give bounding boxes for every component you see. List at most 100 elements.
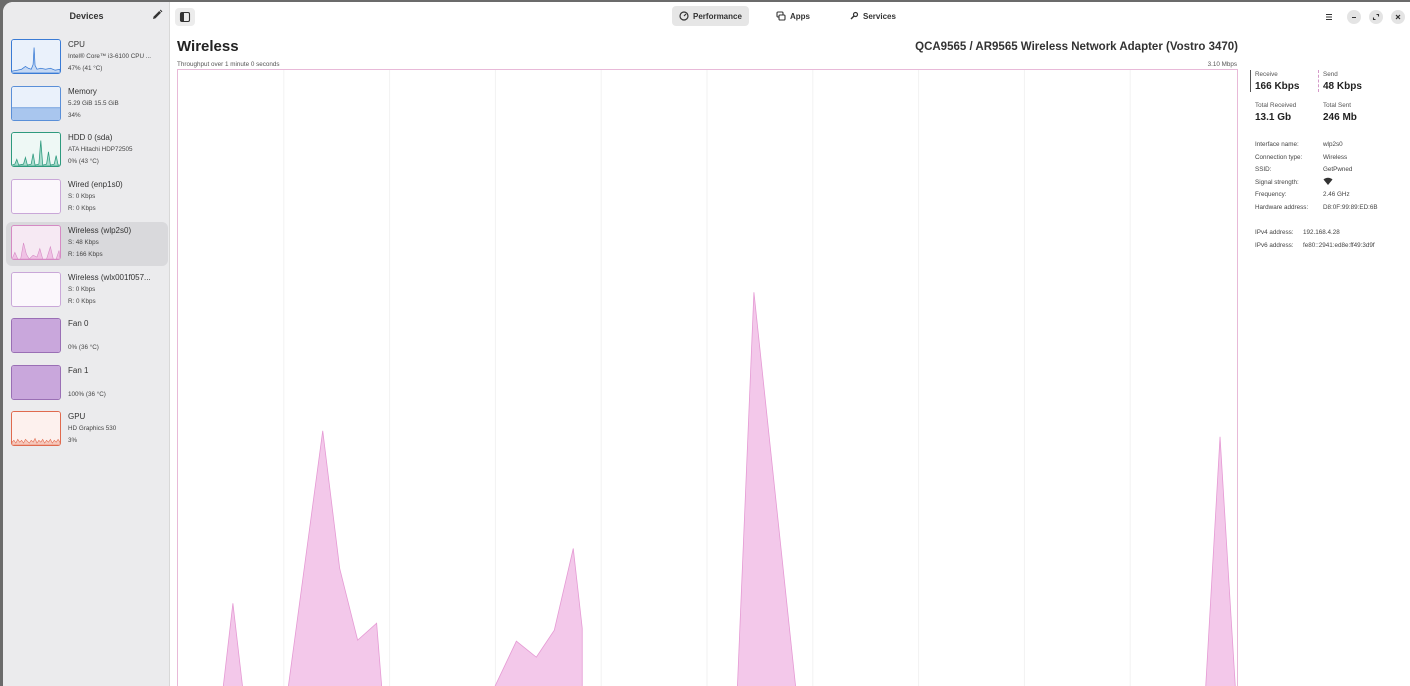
- device-detail-2: R: 0 Kbps: [68, 204, 96, 212]
- ipv4-key: IPv4 address:: [1255, 229, 1294, 236]
- edit-pencil-icon[interactable]: [150, 8, 164, 22]
- device-name: Wireless (wlp2s0): [68, 226, 132, 235]
- device-detail-1: 5.29 GiB 15.5 GiB: [68, 99, 119, 107]
- device-name: HDD 0 (sda): [68, 133, 113, 142]
- device-detail-2: 34%: [68, 111, 81, 119]
- sidebar-item-empty-3[interactable]: Wired (enp1s0) S: 0 Kbps R: 0 Kbps: [6, 176, 168, 220]
- device-detail-2: 3%: [68, 437, 78, 444]
- sidebar-title: Devices: [69, 11, 104, 21]
- sidebar-item-fan[interactable]: Fan 0 0% (36 °C): [6, 315, 168, 359]
- minimize-button[interactable]: [1347, 10, 1361, 24]
- sidebar-item-wireless[interactable]: Wireless (wlp2s0) S: 48 Kbps R: 166 Kbps: [6, 222, 168, 266]
- device-graph-thumbnail: [11, 39, 61, 74]
- tab-services[interactable]: Services: [842, 6, 903, 26]
- minimize-icon: [1352, 16, 1356, 19]
- sidebar-header: Devices: [3, 2, 169, 32]
- device-detail-1: S: 0 Kbps: [68, 285, 96, 293]
- receive-area: [222, 292, 1236, 686]
- device-detail-2: 47% (41 °C): [68, 65, 103, 72]
- device-name: Fan 1: [68, 365, 89, 375]
- apps-icon: [776, 11, 786, 21]
- device-detail-2: R: 0 Kbps: [68, 297, 96, 305]
- ssid-value: GetPwned: [1323, 166, 1353, 173]
- frequency-value: 2.46 GHz: [1323, 191, 1350, 198]
- graph-gridlines: [283, 70, 1131, 686]
- send-indicator-bar: [1318, 70, 1319, 92]
- hamburger-menu-icon: [1326, 13, 1332, 21]
- sidebar-item-cpu[interactable]: CPU Intel® Core™ i3-6100 CPU ... 47% (41 °…: [6, 36, 168, 80]
- device-graph-thumbnail: [11, 318, 61, 353]
- tab-performance[interactable]: Performance: [672, 6, 749, 26]
- connection-type-value: Wireless: [1323, 154, 1348, 161]
- menu-button[interactable]: [1322, 10, 1336, 24]
- wifi-icon: [1323, 177, 1333, 185]
- device-graph-thumbnail: [11, 132, 61, 167]
- close-icon: [1395, 14, 1401, 20]
- throughput-caption: Throughput over 1 minute 0 seconds: [177, 61, 280, 68]
- total-received-label: Total Received: [1255, 102, 1297, 109]
- app-window: Devices CPU Intel® Core™ i3-6100 CPU ... 4…: [3, 2, 1410, 686]
- adapter-name: QCA9565 / AR9565 Wireless Network Adapte…: [915, 41, 1238, 53]
- device-name: CPU: [68, 40, 85, 49]
- ssid-key: SSID:: [1255, 166, 1272, 173]
- restore-icon: [1372, 13, 1380, 21]
- page-title: Wireless: [177, 38, 239, 55]
- sidebar-item-empty-5[interactable]: Wireless (wlx001f057... S: 0 Kbps R: 0 Kbp…: [6, 269, 168, 313]
- gauge-icon: [679, 11, 689, 21]
- connection-type-key: Connection type:: [1255, 154, 1303, 161]
- hardware-address-value: D8:0F:99:89:ED:6B: [1323, 204, 1378, 211]
- signal-strength-key: Signal strength:: [1255, 179, 1299, 186]
- hardware-address-key: Hardware address:: [1255, 204, 1309, 211]
- tab-services-label: Services: [863, 11, 896, 21]
- ipv6-value: fe80::2941:ed8e:ff49:3d9f: [1303, 242, 1375, 249]
- throughput-graph-svg: [222, 70, 1236, 686]
- sidebar-toggle-button[interactable]: [175, 8, 195, 26]
- tab-performance-label: Performance: [693, 11, 742, 21]
- services-icon: [850, 11, 859, 20]
- device-detail-2: 100% (36 °C): [68, 390, 106, 398]
- device-detail-1: ATA Hitachi HDP72505: [68, 146, 133, 153]
- scale-caption: 3.10 Mbps: [1207, 61, 1237, 68]
- ipv6-key: IPv6 address:: [1255, 242, 1294, 249]
- receive-value: 166 Kbps: [1255, 81, 1300, 92]
- sidebar-panel-icon: [179, 11, 191, 23]
- tab-apps[interactable]: Apps: [769, 6, 817, 26]
- device-name: Memory: [68, 86, 97, 96]
- throughput-graph: [177, 69, 1238, 686]
- device-graph-thumbnail: [11, 178, 61, 214]
- close-button[interactable]: [1391, 10, 1405, 24]
- sidebar-item-gpu[interactable]: GPU HD Graphics 530 3%: [6, 408, 168, 452]
- device-name: GPU: [68, 412, 86, 421]
- device-graph-thumbnail: [11, 225, 61, 260]
- device-detail-1: S: 0 Kbps: [68, 192, 96, 200]
- interface-name-key: Interface name:: [1255, 141, 1299, 148]
- devices-sidebar: Devices CPU Intel® Core™ i3-6100 CPU ... 4…: [3, 2, 170, 686]
- device-name: Wired (enp1s0): [68, 179, 123, 189]
- tab-apps-label: Apps: [790, 11, 810, 21]
- sidebar-item-fan[interactable]: Fan 1 100% (36 °C): [6, 362, 168, 406]
- ipv4-value: 192.168.4.28: [1303, 229, 1340, 236]
- device-graph-thumbnail: [11, 271, 61, 307]
- total-sent-label: Total Sent: [1323, 102, 1352, 109]
- frequency-key: Frequency:: [1255, 191, 1287, 198]
- device-detail-1: Intel® Core™ i3-6100 CPU ...: [68, 53, 152, 60]
- device-detail-1: HD Graphics 530: [68, 425, 117, 432]
- device-detail-2: 0% (43 °C): [68, 158, 99, 165]
- receive-label: Receive: [1255, 71, 1278, 78]
- device-graph-thumbnail: [11, 364, 61, 400]
- send-label: Send: [1323, 71, 1338, 78]
- total-received-value: 13.1 Gb: [1255, 112, 1292, 123]
- device-detail-2: R: 166 Kbps: [68, 251, 103, 258]
- interface-name-value: wlp2s0: [1323, 141, 1343, 148]
- maximize-button[interactable]: [1369, 10, 1383, 24]
- receive-indicator-bar: [1250, 70, 1251, 92]
- sidebar-item-hdd[interactable]: HDD 0 (sda) ATA Hitachi HDP72505 0% (43 °C…: [6, 129, 168, 173]
- device-graph-thumbnail: [11, 85, 61, 121]
- device-detail-1: S: 48 Kbps: [68, 239, 99, 246]
- total-sent-value: 246 Mb: [1323, 112, 1357, 123]
- device-name: Wireless (wlx001f057...: [68, 272, 151, 282]
- sidebar-item-memory[interactable]: Memory 5.29 GiB 15.5 GiB 34%: [6, 83, 168, 127]
- send-value: 48 Kbps: [1323, 81, 1362, 92]
- device-graph-thumbnail: [11, 411, 61, 446]
- device-detail-2: 0% (36 °C): [68, 344, 99, 351]
